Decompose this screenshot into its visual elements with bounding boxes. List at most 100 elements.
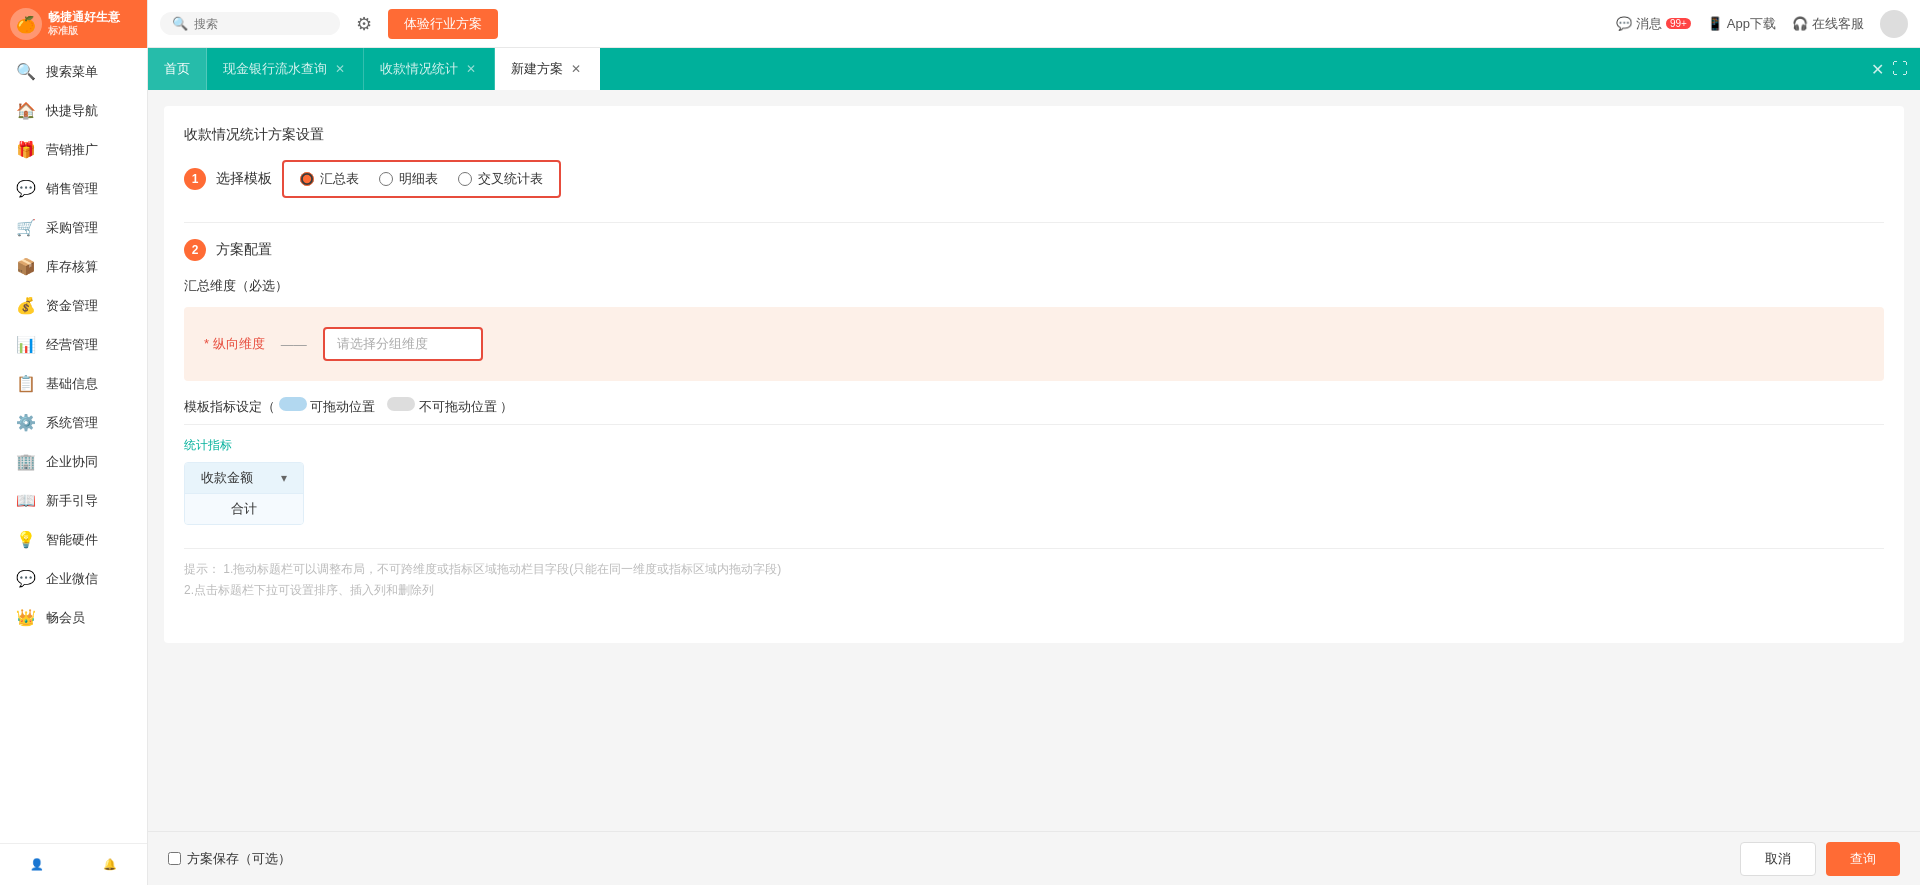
- sidebar-nav: 🔍 搜索菜单 🏠 快捷导航 🎁 营销推广 💬 销售管理 🛒 采购管理 📦 库存核…: [0, 48, 147, 843]
- indicator-header: 模板指标设定（ 可拖动位置 不可拖动位置 ）: [184, 397, 1884, 425]
- online-service-button[interactable]: 🎧 在线客服: [1792, 15, 1864, 33]
- query-button[interactable]: 查询: [1826, 842, 1900, 876]
- indicator-title: 模板指标设定（ 可拖动位置 不可拖动位置 ）: [184, 397, 513, 416]
- section2-header: 2 方案配置: [184, 239, 1884, 261]
- tip-line-2: 2.点击标题栏下拉可设置排序、插入列和删除列: [184, 582, 1884, 599]
- sidebar-item-member[interactable]: 👑 畅会员: [0, 598, 147, 637]
- settings-icon[interactable]: ⚙: [352, 9, 376, 39]
- dimension-select[interactable]: 请选择分组维度: [323, 327, 483, 361]
- topbar: 🔍 ⚙ 体验行业方案 💬 消息 99+ 📱 App下载 🎧 在线客服: [148, 0, 1920, 48]
- template-radio-group: 汇总表 明细表 交叉统计表: [282, 160, 561, 198]
- service-icon: 🎧: [1792, 16, 1808, 31]
- indicator-section: 模板指标设定（ 可拖动位置 不可拖动位置 ） 统计指标 收款金额: [184, 397, 1884, 528]
- section-divider: [184, 222, 1884, 223]
- dim-arrow-icon: ——: [281, 337, 307, 352]
- message-button[interactable]: 💬 消息 99+: [1616, 15, 1691, 33]
- industry-solution-button[interactable]: 体验行业方案: [388, 9, 498, 39]
- save-plan-checkbox[interactable]: [168, 852, 181, 865]
- tab-home[interactable]: 首页: [148, 48, 207, 90]
- search-menu-icon: 🔍: [16, 62, 36, 81]
- tab-stats[interactable]: 收款情况统计 ✕: [364, 48, 495, 90]
- home-icon: 🏠: [16, 101, 36, 120]
- sidebar-item-system[interactable]: ⚙️ 系统管理: [0, 403, 147, 442]
- stats-section-label: 统计指标: [184, 437, 1884, 454]
- section1-num: 1: [184, 168, 206, 190]
- doc-icon: 📋: [16, 374, 36, 393]
- sidebar-item-capital[interactable]: 💰 资金管理: [0, 286, 147, 325]
- vertical-dim-label: * 纵向维度: [204, 335, 265, 353]
- logo-icon: 🍊: [10, 8, 42, 40]
- topbar-search-input[interactable]: [194, 17, 314, 31]
- sidebar-bottom-user[interactable]: 👤: [0, 852, 74, 877]
- tab-new-plan-close-icon[interactable]: ✕: [569, 62, 583, 76]
- radio-cross-input[interactable]: [458, 172, 472, 186]
- page-title: 收款情况统计方案设置: [184, 126, 1884, 144]
- tabbar-spacer: [600, 48, 1859, 90]
- user-icon: 👤: [30, 858, 44, 871]
- cancel-button[interactable]: 取消: [1740, 842, 1816, 876]
- tab-close-all-icon[interactable]: ✕: [1871, 60, 1884, 79]
- box-icon: 📦: [16, 257, 36, 276]
- stats-header-chevron-icon[interactable]: ▾: [281, 471, 287, 485]
- footer-buttons: 取消 查询: [1740, 842, 1900, 876]
- app-download-button[interactable]: 📱 App下载: [1707, 15, 1776, 33]
- section1-header: 1 选择模板 汇总表 明细表 交叉统计表: [184, 160, 1884, 198]
- draggable-indicator-icon: [279, 397, 307, 411]
- stats-table: 收款金额 ▾ 合计: [184, 462, 304, 525]
- stats-total-cell: 合计: [185, 493, 303, 524]
- section2-num: 2: [184, 239, 206, 261]
- tab-new-plan[interactable]: 新建方案 ✕: [495, 48, 600, 90]
- tabbar: 首页 现金银行流水查询 ✕ 收款情况统计 ✕ 新建方案 ✕ ✕ ⛶: [148, 48, 1920, 90]
- topbar-search-icon: 🔍: [172, 16, 188, 31]
- radio-detail-input[interactable]: [379, 172, 393, 186]
- sidebar-item-sales[interactable]: 💬 销售管理: [0, 169, 147, 208]
- weixin-icon: 💬: [16, 569, 36, 588]
- radio-summary[interactable]: 汇总表: [300, 170, 359, 188]
- cart-icon: 🛒: [16, 218, 36, 237]
- sidebar-logo: 🍊 畅捷通好生意 标准版: [0, 0, 147, 48]
- building-icon: 🏢: [16, 452, 36, 471]
- sidebar-item-purchase[interactable]: 🛒 采购管理: [0, 208, 147, 247]
- topbar-search-box[interactable]: 🔍: [160, 12, 340, 35]
- sidebar-item-inventory[interactable]: 📦 库存核算: [0, 247, 147, 286]
- radio-detail[interactable]: 明细表: [379, 170, 438, 188]
- tab-stats-close-icon[interactable]: ✕: [464, 62, 478, 76]
- tips-area: 提示： 1.拖动标题栏可以调整布局，不可跨维度或指标区域拖动栏目字段(只能在同一…: [184, 548, 1884, 599]
- sidebar-bottom-notify[interactable]: 🔔: [74, 852, 148, 877]
- content-area: 收款情况统计方案设置 1 选择模板 汇总表 明细表: [148, 90, 1920, 831]
- dim-row: * 纵向维度 —— 请选择分组维度: [204, 327, 1864, 361]
- sidebar: 🍊 畅捷通好生意 标准版 🔍 搜索菜单 🏠 快捷导航 🎁 营销推广 💬 销售管理…: [0, 0, 148, 885]
- sidebar-item-hardware[interactable]: 💡 智能硬件: [0, 520, 147, 559]
- main-card: 收款情况统计方案设置 1 选择模板 汇总表 明细表: [164, 106, 1904, 643]
- sidebar-item-weixin[interactable]: 💬 企业微信: [0, 559, 147, 598]
- sidebar-item-search-menu[interactable]: 🔍 搜索菜单: [0, 52, 147, 91]
- sidebar-item-marketing[interactable]: 🎁 营销推广: [0, 130, 147, 169]
- sidebar-item-enterprise[interactable]: 🏢 企业协同: [0, 442, 147, 481]
- sidebar-item-quick-nav[interactable]: 🏠 快捷导航: [0, 91, 147, 130]
- message-icon: 💬: [1616, 16, 1632, 31]
- dimension-area: * 纵向维度 —— 请选择分组维度: [184, 307, 1884, 381]
- topbar-right: 💬 消息 99+ 📱 App下载 🎧 在线客服: [1616, 10, 1908, 38]
- gift-icon: 🎁: [16, 140, 36, 159]
- tab-expand-icon[interactable]: ⛶: [1892, 60, 1908, 78]
- save-checkbox-label[interactable]: 方案保存（可选）: [168, 850, 291, 868]
- sidebar-item-guide[interactable]: 📖 新手引导: [0, 481, 147, 520]
- tab-bank[interactable]: 现金银行流水查询 ✕: [207, 48, 364, 90]
- stats-header-text: 收款金额: [201, 469, 253, 487]
- dim-select-wrapper: 请选择分组维度: [323, 327, 483, 361]
- bell-icon: 🔔: [103, 858, 117, 871]
- tab-bank-close-icon[interactable]: ✕: [333, 62, 347, 76]
- radio-cross[interactable]: 交叉统计表: [458, 170, 543, 188]
- crown-icon: 👑: [16, 608, 36, 627]
- section1-template: 1 选择模板 汇总表 明细表 交叉统计表: [184, 160, 1884, 198]
- book-icon: 📖: [16, 491, 36, 510]
- section2-title: 方案配置: [216, 241, 272, 259]
- sidebar-item-operation[interactable]: 📊 经营管理: [0, 325, 147, 364]
- user-avatar[interactable]: [1880, 10, 1908, 38]
- radio-summary-input[interactable]: [300, 172, 314, 186]
- dim-section-label: 汇总维度（必选）: [184, 277, 1884, 295]
- non-draggable-indicator-icon: [387, 397, 415, 411]
- stats-header[interactable]: 收款金额 ▾: [185, 463, 303, 493]
- sidebar-item-basic[interactable]: 📋 基础信息: [0, 364, 147, 403]
- main-area: 🔍 ⚙ 体验行业方案 💬 消息 99+ 📱 App下载 🎧 在线客服: [148, 0, 1920, 885]
